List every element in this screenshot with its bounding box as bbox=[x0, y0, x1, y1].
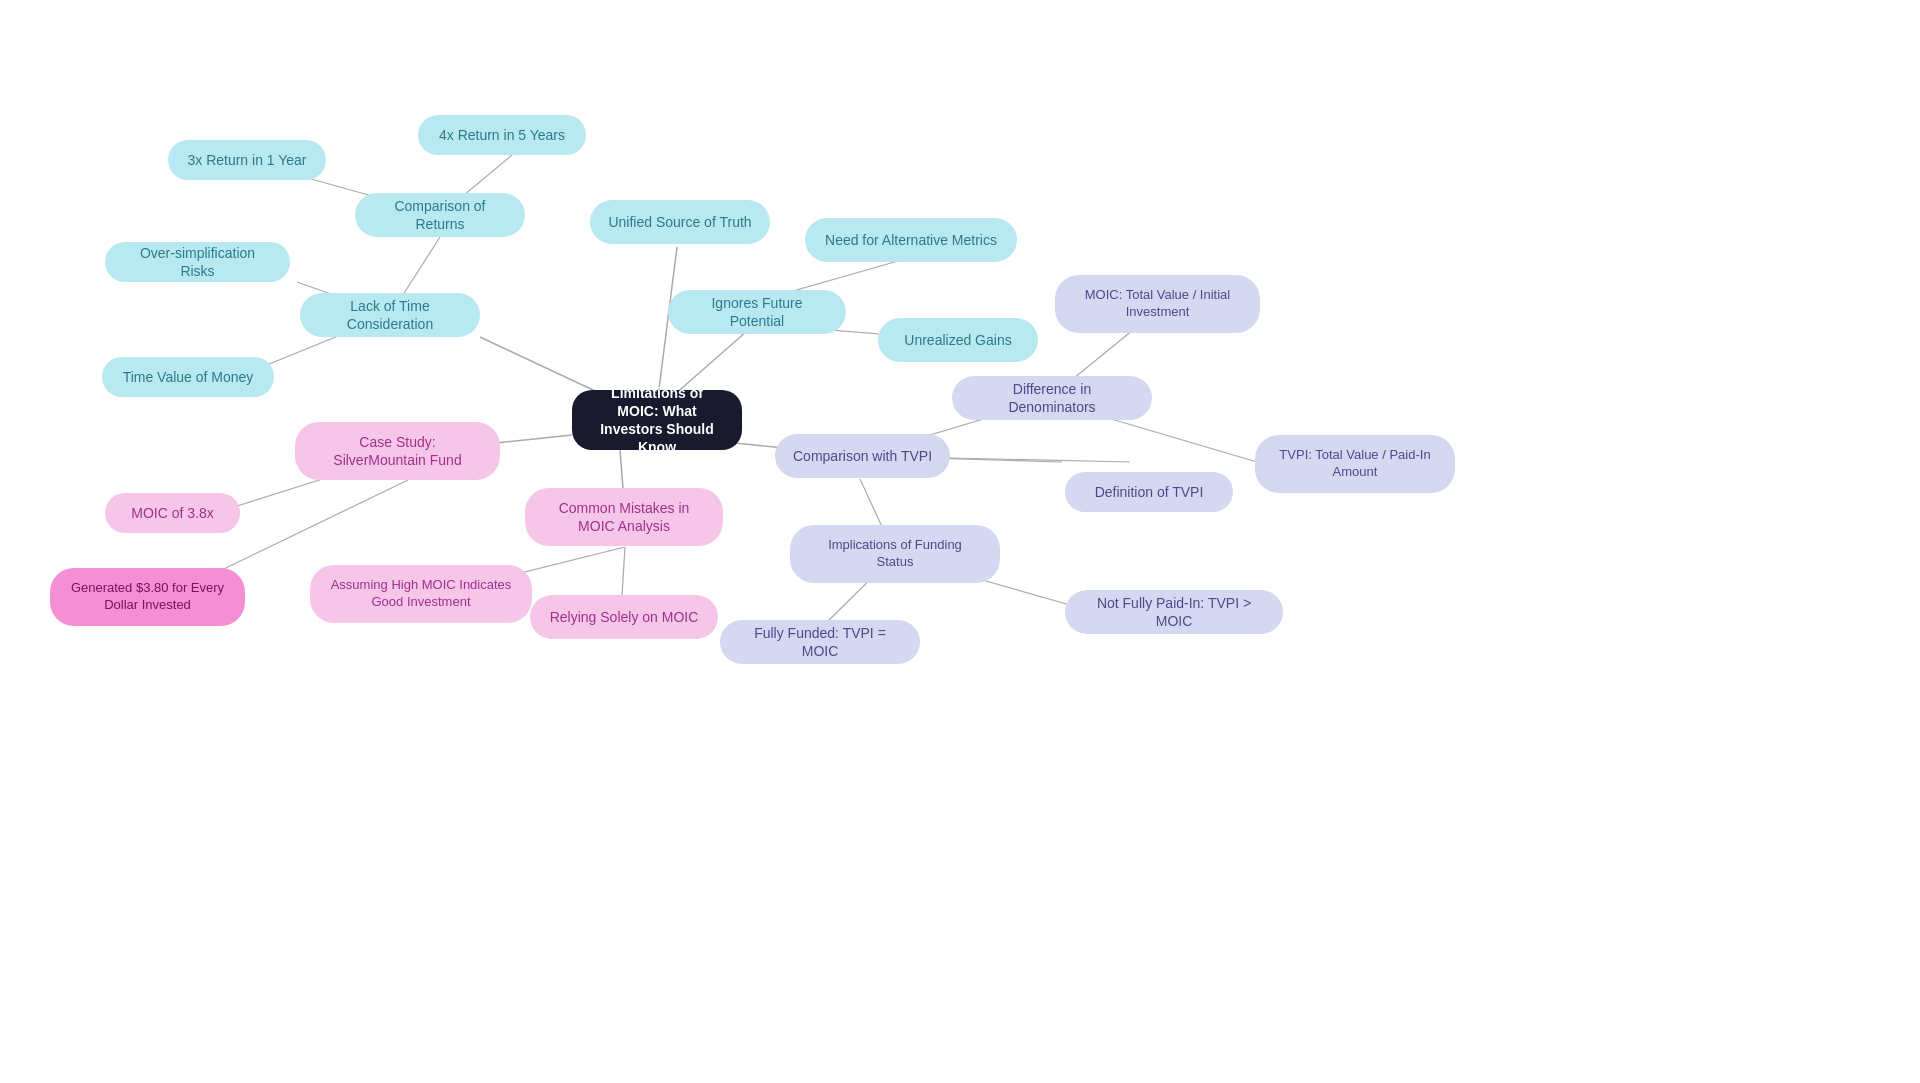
unified-source-node[interactable]: Unified Source of Truth bbox=[590, 200, 770, 244]
comparison-returns-node[interactable]: Comparison of Returns bbox=[355, 193, 525, 237]
case-study-node[interactable]: Case Study: SilverMountain Fund bbox=[295, 422, 500, 480]
lack-of-time-node[interactable]: Lack of Time Consideration bbox=[300, 293, 480, 337]
comparison-tvpi-node[interactable]: Comparison with TVPI bbox=[775, 434, 950, 478]
common-mistakes-node[interactable]: Common Mistakes in MOIC Analysis bbox=[525, 488, 723, 546]
definition-tvpi-node[interactable]: Definition of TVPI bbox=[1065, 472, 1233, 512]
over-simplification-node[interactable]: Over-simplification Risks bbox=[105, 242, 290, 282]
unrealized-gains-node[interactable]: Unrealized Gains bbox=[878, 318, 1038, 362]
implications-funding-node[interactable]: Implications of Funding Status bbox=[790, 525, 1000, 583]
fully-funded-node[interactable]: Fully Funded: TVPI = MOIC bbox=[720, 620, 920, 664]
time-value-node[interactable]: Time Value of Money bbox=[102, 357, 274, 397]
moic-3-8-node[interactable]: MOIC of 3.8x bbox=[105, 493, 240, 533]
center-node[interactable]: Limitations of MOIC: What Investors Shou… bbox=[572, 390, 742, 450]
generated-node[interactable]: Generated $3.80 for Every Dollar Investe… bbox=[50, 568, 245, 626]
ignores-future-node[interactable]: Ignores Future Potential bbox=[668, 290, 846, 334]
diff-denominators-node[interactable]: Difference in Denominators bbox=[952, 376, 1152, 420]
relying-solely-node[interactable]: Relying Solely on MOIC bbox=[530, 595, 718, 639]
tvpi-formula-node[interactable]: TVPI: Total Value / Paid-In Amount bbox=[1255, 435, 1455, 493]
moic-formula-node[interactable]: MOIC: Total Value / Initial Investment bbox=[1055, 275, 1260, 333]
return-3x-node[interactable]: 3x Return in 1 Year bbox=[168, 140, 326, 180]
assuming-high-node[interactable]: Assuming High MOIC Indicates Good Invest… bbox=[310, 565, 532, 623]
not-fully-paid-node[interactable]: Not Fully Paid-In: TVPI > MOIC bbox=[1065, 590, 1283, 634]
return-4x-node[interactable]: 4x Return in 5 Years bbox=[418, 115, 586, 155]
svg-line-24 bbox=[622, 547, 625, 595]
need-alternative-node[interactable]: Need for Alternative Metrics bbox=[805, 218, 1017, 262]
